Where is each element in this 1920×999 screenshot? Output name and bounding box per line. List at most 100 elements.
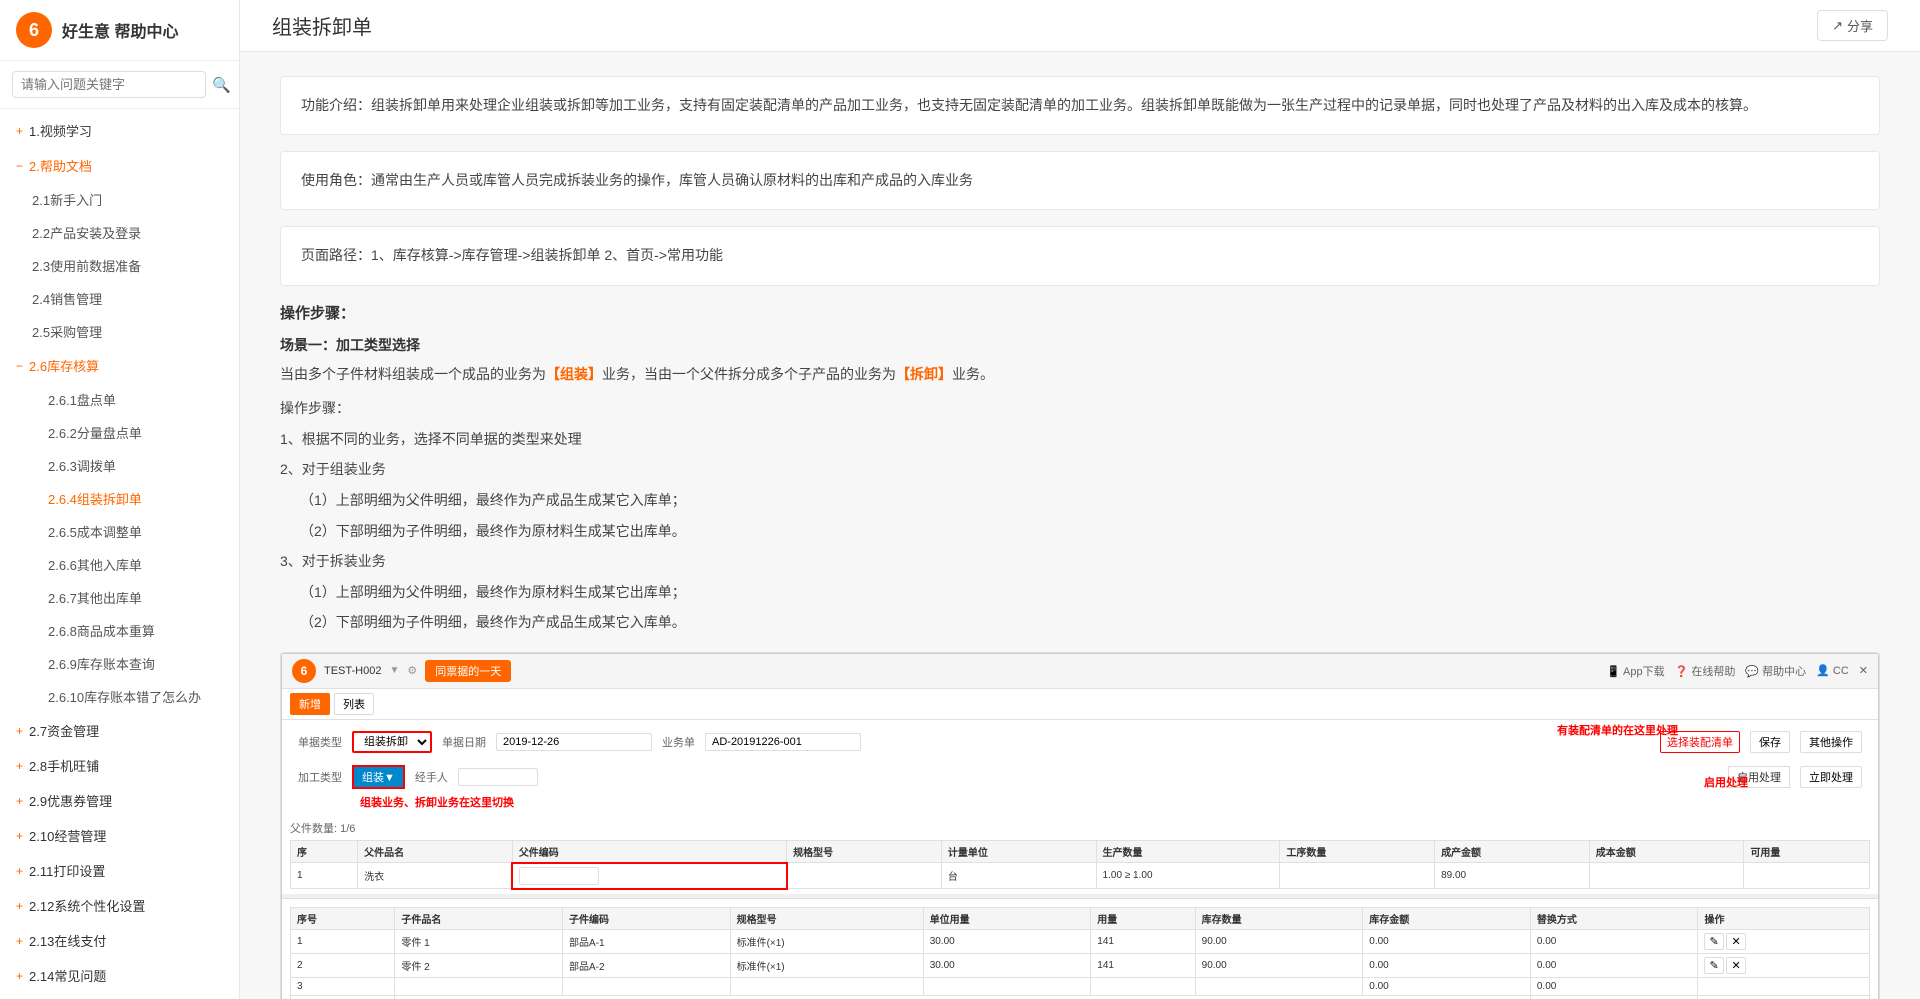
mock-select-type[interactable]: 组装拆卸	[352, 731, 432, 753]
col-qty: 生产数量	[1096, 840, 1280, 863]
col-parent-code: 父件编码	[512, 840, 786, 863]
child-usage-3	[1091, 977, 1195, 995]
step-2-2-text: （2）下部明细为子件明细，最终作为原材料生成某它出库单。	[280, 518, 1880, 545]
sidebar-item-mobile[interactable]: + 2.8手机旺铺	[0, 748, 239, 783]
sidebar-item-ledger-query[interactable]: 2.6.9库存账本查询	[0, 647, 239, 680]
mock-child-row-3: 3 0.00 0.00	[291, 977, 1870, 995]
sidebar-item-sales[interactable]: 2.4销售管理	[0, 282, 239, 315]
sidebar-item-other-inbound[interactable]: 2.6.6其他入库单	[0, 548, 239, 581]
highlight-assembly: 【组装】	[546, 366, 602, 382]
sidebar-item-finance[interactable]: + 2.7资金管理	[0, 713, 239, 748]
sidebar-item-data-prep[interactable]: 2.3使用前数据准备	[0, 249, 239, 282]
child-replace-2: 0.00	[1530, 953, 1698, 977]
sidebar-item-stocktake[interactable]: 2.6.1盘点单	[0, 383, 239, 416]
mock-confirm-btn[interactable]: 立即处理	[1800, 766, 1862, 788]
step-2-1-text: （1）上部明细为父件明细，最终作为产成品生成某它入库单；	[280, 487, 1880, 514]
mock-save-btn[interactable]: 保存	[1750, 731, 1790, 753]
sidebar-item-video-learning[interactable]: + 1.视频学习	[0, 113, 239, 148]
sidebar-item-assembly[interactable]: 2.6.4组装拆卸单	[0, 482, 239, 515]
child-del-btn-1[interactable]: ✕	[1726, 933, 1745, 950]
col-spec: 规格型号	[787, 840, 942, 863]
page-title: 组装拆卸单	[272, 11, 372, 40]
mock-input-date[interactable]	[496, 733, 652, 751]
mock-tab-add[interactable]: 新增	[290, 693, 330, 715]
child-del-btn-2[interactable]: ✕	[1726, 957, 1745, 974]
child-code-2: 部品A-2	[562, 953, 730, 977]
plus-icon-10: +	[16, 969, 23, 983]
minus-icon: −	[16, 159, 23, 173]
desc-text: 当由多个子件材料组装成一个成品的业务为【组装】业务，当由一个父件拆分成多个子产品…	[280, 366, 994, 382]
child-spec-3	[730, 977, 923, 995]
mock-orange-button[interactable]: 同票据的一天	[425, 660, 511, 682]
mock-other-btn[interactable]: 其他操作	[1800, 731, 1862, 753]
sidebar-item-purchase[interactable]: 2.5采购管理	[0, 315, 239, 348]
sidebar-item-new-user[interactable]: 2.1新手入门	[0, 183, 239, 216]
mock-app-id: TEST-H002	[324, 665, 381, 677]
sidebar-item-coupon[interactable]: + 2.9优惠券管理	[0, 783, 239, 818]
mock-code-input[interactable]	[519, 867, 599, 885]
child-stock-amt-1: 0.00	[1363, 929, 1531, 953]
sidebar-item-faq[interactable]: + 2.14常见问题	[0, 958, 239, 993]
child-stock-qty-3	[1195, 977, 1363, 995]
child-col-code: 子件编码	[562, 907, 730, 929]
mock-input-bizno[interactable]	[705, 733, 861, 751]
mock-parent-row-1: 1 洗衣 台 1.00 ≥ 1.00 89.00	[291, 863, 1870, 889]
sidebar-item-batch-stocktake[interactable]: 2.6.2分量盘点单	[0, 416, 239, 449]
sidebar-item-ledger-fix[interactable]: 2.6.10库存账本错了怎么办	[0, 680, 239, 713]
sidebar-item-personalization[interactable]: + 2.12系统个性化设置	[0, 888, 239, 923]
child-col-seq: 序号	[291, 907, 395, 929]
sidebar-item-help-docs[interactable]: − 2.帮助文档	[0, 148, 239, 183]
share-label: 分享	[1847, 16, 1873, 35]
scenario-title-text: 场景一：加工类型选择	[280, 337, 420, 353]
sidebar-group-label-print: 2.11打印设置	[29, 861, 105, 880]
sidebar-item-install[interactable]: 2.2产品安装及登录	[0, 216, 239, 249]
scenario-1-desc: 当由多个子件材料组装成一个成品的业务为【组装】业务，当由一个父件拆分成多个子产品…	[280, 361, 1880, 388]
mock-child-row-2: 2 零件 2 部品A-2 标准件(×1) 30.00 141 90.00 0.0…	[291, 953, 1870, 977]
mock-topbar-right: 📱 App下载 ❓ 在线帮助 💬 帮助中心 👤 CC ✕	[1607, 663, 1868, 679]
child-usage-1: 141	[1091, 929, 1195, 953]
mock-tab-list[interactable]: 列表	[334, 693, 374, 715]
mock-label-type: 单据类型	[298, 734, 342, 750]
sidebar-item-transfer[interactable]: 2.6.3调拨单	[0, 449, 239, 482]
child-edit-btn-2[interactable]: ✎	[1704, 957, 1723, 974]
mock-child-table: 序号 子件品名 子件编码 规格型号 单位用量 用量 库存数量 库存金额 替换方式…	[290, 907, 1870, 999]
mock-user-icon: 👤 CC	[1816, 664, 1849, 677]
plus-icon-6: +	[16, 829, 23, 843]
sidebar-item-cases[interactable]: + 2.15操作案例	[0, 993, 239, 999]
highlight-disassembly: 【拆卸】	[896, 366, 952, 382]
child-unit-qty-2: 30.00	[923, 953, 1091, 977]
cell-avail	[1744, 863, 1870, 889]
sidebar-item-print[interactable]: + 2.11打印设置	[0, 853, 239, 888]
child-code-1: 部品A-1	[562, 929, 730, 953]
sidebar-item-inventory[interactable]: − 2.6库存核算	[0, 348, 239, 383]
share-button[interactable]: ↗ 分享	[1817, 10, 1888, 41]
child-col-spec: 规格型号	[730, 907, 923, 929]
search-button[interactable]: 🔍	[212, 76, 231, 94]
child-edit-btn-1[interactable]: ✎	[1704, 933, 1723, 950]
role-intro-block: 使用角色：通常由生产人员或库管人员完成拆装业务的操作，库管人员确认原材料的出库和…	[280, 151, 1880, 210]
child-usage-2: 141	[1091, 953, 1195, 977]
mock-close-icon[interactable]: ✕	[1859, 664, 1868, 677]
child-name-1: 零件 1	[395, 929, 563, 953]
sidebar-item-payment[interactable]: + 2.13在线支付	[0, 923, 239, 958]
search-input[interactable]	[12, 71, 206, 98]
mock-input-staff[interactable]	[458, 768, 538, 786]
mock-left-tabs: 新增 列表	[290, 689, 374, 719]
topbar: 组装拆卸单 ↗ 分享	[240, 0, 1920, 52]
mock-screenshot: 6 TEST-H002 ▼ ⚙ 同票据的一天 📱 App下载 ❓ 在线帮助 💬 …	[281, 653, 1879, 999]
sidebar-group-label-faq: 2.14常见问题	[29, 966, 106, 985]
mock-form-area: 单据类型 组装拆卸 单据日期 业务单 选择装配清单 保存 其他操作	[282, 720, 1878, 816]
mock-label-staff: 经手人	[415, 769, 448, 785]
sidebar-group-label-personalization: 2.12系统个性化设置	[29, 896, 145, 915]
main-content: 组装拆卸单 ↗ 分享 功能介绍：组装拆卸单用来处理企业组装或拆卸等加工业务，支持…	[240, 0, 1920, 999]
sidebar-item-cost-recalc[interactable]: 2.6.8商品成本重算	[0, 614, 239, 647]
mock-type-switch[interactable]: 组装▼	[352, 765, 405, 789]
sidebar-item-cost-adjust[interactable]: 2.6.5成本调整单	[0, 515, 239, 548]
app-title: 好生意 帮助中心	[62, 18, 178, 42]
cell-unit: 台	[941, 863, 1096, 889]
mock-child-table-area: 序号 子件品名 子件编码 规格型号 单位用量 用量 库存数量 库存金额 替换方式…	[282, 898, 1878, 999]
sidebar-item-other-outbound[interactable]: 2.6.7其他出库单	[0, 581, 239, 614]
sidebar-item-management[interactable]: + 2.10经营管理	[0, 818, 239, 853]
child-stock-amt-4: 0.00	[1530, 995, 1698, 999]
child-col-name: 子件品名	[395, 907, 563, 929]
